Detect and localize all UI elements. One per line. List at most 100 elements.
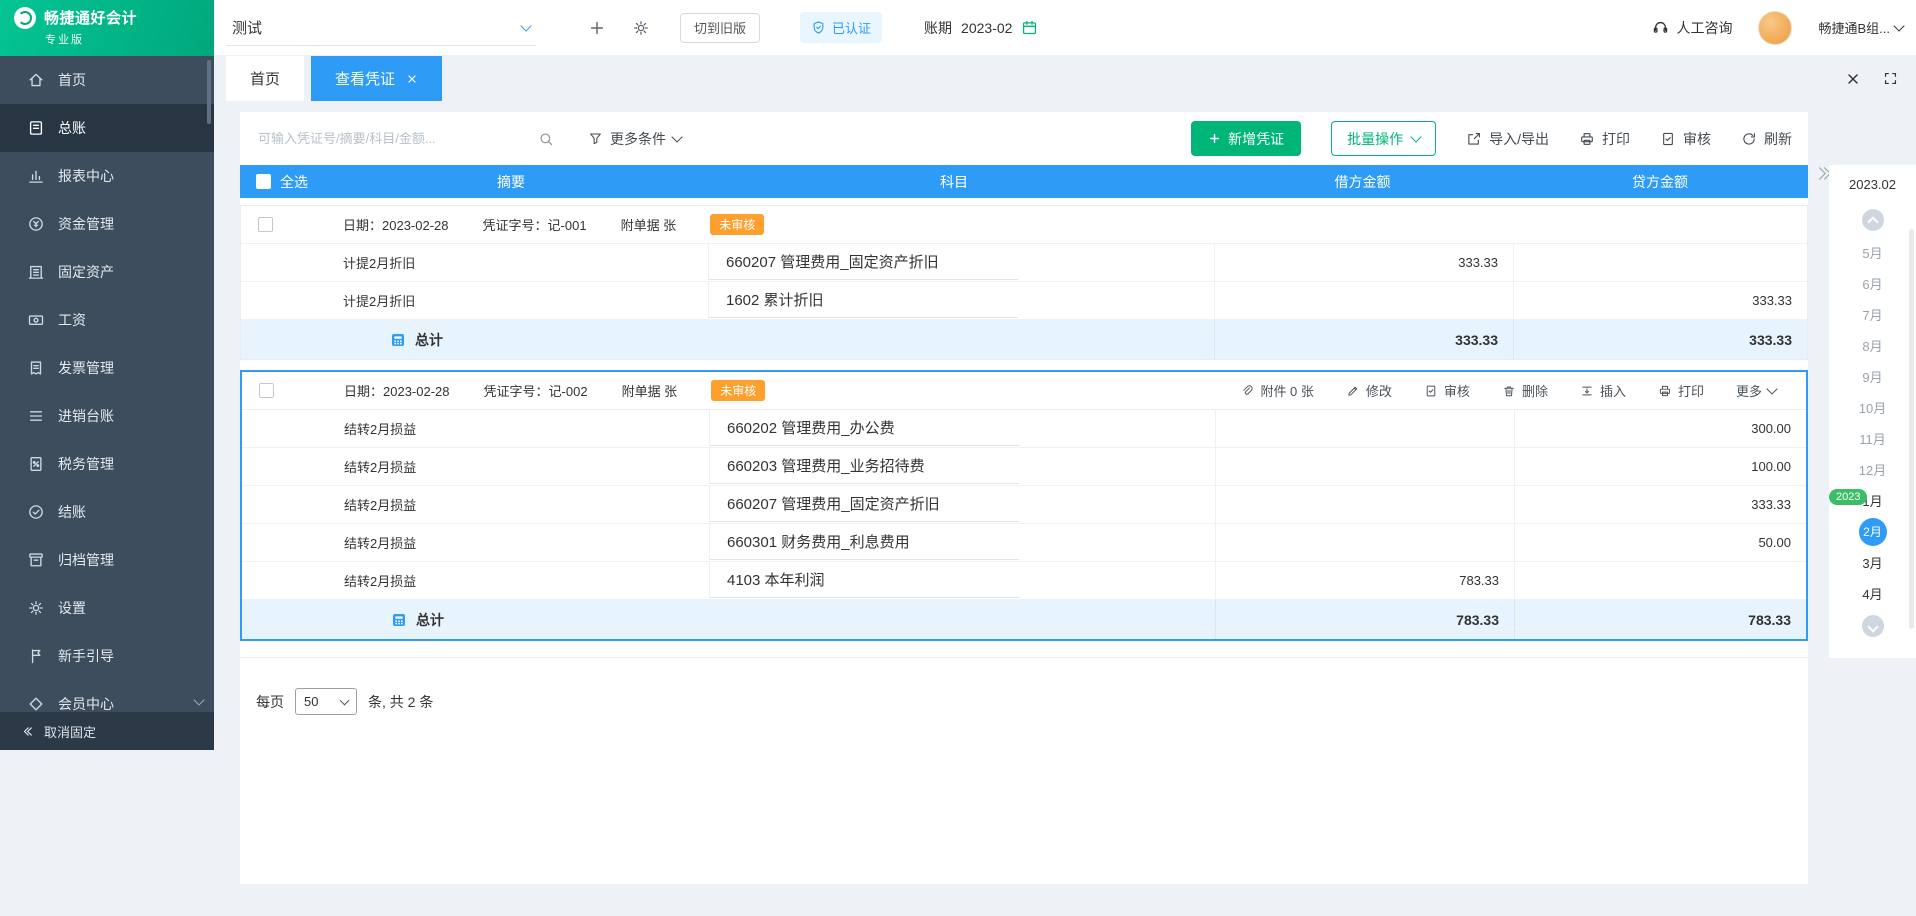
sidebar-item-invoices[interactable]: 发票管理 [0,344,214,392]
timeline-month[interactable]: 7月 [1829,299,1916,330]
chevron-down-icon [520,19,532,32]
brand-edition: 专业版 [45,33,84,46]
voucher-checkbox[interactable] [258,217,273,232]
period-value[interactable]: 2023-02 [961,20,1012,36]
attachment-action[interactable]: 附件 0 张 [1240,381,1314,400]
switch-old-version-button[interactable]: 切到旧版 [680,12,761,43]
insert-action[interactable]: 插入 [1580,381,1626,400]
action-label: 附件 0 张 [1260,384,1314,399]
sidebar-item-settings[interactable]: 设置 [0,584,214,632]
sidebar-item-home[interactable]: 首页 [0,56,214,104]
timeline-month[interactable]: 5月 [1829,237,1916,268]
shield-icon [813,21,824,34]
avatar[interactable] [1758,10,1793,45]
more-filters-button[interactable]: 更多条件 [588,129,683,149]
voucher-line-row[interactable]: 结转2月损益 660203 管理费用_业务招待费 100.00 [242,448,1806,486]
import-export-label: 导入/导出 [1489,130,1549,147]
voucher-date-label: 日期： [344,384,384,399]
sidebar-item-reports[interactable]: 报表中心 [0,152,214,200]
more-action[interactable]: 更多 [1736,381,1778,400]
voucher-line-row[interactable]: 计提2月折旧 1602 累计折旧 333.33 [241,282,1807,320]
chevron-down-icon [671,131,683,143]
per-page-select[interactable]: 50 [295,688,357,715]
cell-account: 660203 管理费用_业务招待费 [709,448,1019,484]
sidebar-item-fixed-assets[interactable]: 固定资产 [0,248,214,296]
sidebar-item-label: 总账 [58,120,86,136]
audit-action[interactable]: 审核 [1424,381,1470,400]
account-set-selector[interactable]: 测试 [226,10,536,46]
timeline-scroll-down-button[interactable] [1861,615,1884,637]
timeline-month[interactable]: 8月 [1829,330,1916,361]
voucher-line-row[interactable]: 结转2月损益 660202 管理费用_办公费 300.00 [242,410,1806,448]
timeline-month[interactable]: 9月 [1829,361,1916,392]
cell-debit [1214,282,1513,319]
action-label: 插入 [1599,384,1626,399]
trash-icon [1504,385,1514,396]
sidebar-item-general-ledger[interactable]: 总账 [0,104,214,152]
voucher-actions: 附件 0 张 修改 审核 删除 插入 打印 更多 [1240,381,1806,400]
sidebar-item-closing[interactable]: 结账 [0,488,214,536]
panel-collapse-button[interactable] [1813,167,1831,180]
sidebar-item-archive[interactable]: 归档管理 [0,536,214,584]
audit-button[interactable]: 审核 [1660,129,1711,149]
voucher-line-row[interactable]: 结转2月损益 660207 管理费用_固定资产折旧 333.33 [242,486,1806,524]
timeline-month[interactable]: 10月 [1829,392,1916,423]
close-icon[interactable] [1845,71,1861,87]
add-account-set-button[interactable] [588,19,606,37]
select-all-label: 全选 [280,173,308,190]
timeline-scrollbar[interactable] [1909,229,1914,629]
batch-actions-button[interactable]: 批量操作 [1331,121,1437,156]
account-set-value: 测试 [232,19,263,37]
voucher-line-row[interactable]: 计提2月折旧 660207 管理费用_固定资产折旧 333.33 [241,244,1807,282]
sidebar-item-guide[interactable]: 新手引导 [0,632,214,680]
timeline-month-active[interactable]: 2月 [1829,516,1916,547]
voucher-date: 2023-02-28 [383,384,450,399]
banknote-icon [27,311,45,329]
voucher-header-row[interactable]: 日期：2023-02-28 凭证字号：记-001 附单据 张 未审核 [241,206,1807,244]
import-export-icon [1468,132,1481,145]
voucher-line-row[interactable]: 结转2月损益 4103 本年利润 783.33 [242,562,1806,600]
voucher-header-row[interactable]: 日期：2023-02-28 凭证字号：记-002 附单据 张 未审核 附件 0 … [242,372,1806,410]
gear-icon [27,599,45,617]
voucher-checkbox[interactable] [259,383,274,398]
delete-action[interactable]: 删除 [1502,381,1548,400]
timeline-month[interactable]: 11月 [1829,423,1916,454]
sidebar-item-tax[interactable]: 税务管理 [0,440,214,488]
print-button[interactable]: 打印 [1579,129,1630,149]
timeline-scroll-up-button[interactable] [1861,209,1884,231]
printer-icon [1581,132,1593,145]
support-link[interactable]: 人工咨询 [1652,18,1732,38]
chevron-down-icon [1410,131,1422,143]
timeline-month[interactable]: 12月 [1829,454,1916,485]
import-export-button[interactable]: 导入/导出 [1466,129,1549,149]
tab-close-icon[interactable] [406,73,418,85]
cell-summary: 结转2月损益 [344,498,417,513]
select-all-checkbox[interactable] [256,174,271,189]
edit-action[interactable]: 修改 [1346,381,1392,400]
fullscreen-icon[interactable] [1883,71,1898,86]
sidebar-item-funds[interactable]: 资金管理 [0,200,214,248]
timeline-month[interactable]: 4月 [1829,578,1916,609]
search-icon[interactable] [538,131,554,147]
search-input[interactable] [256,130,538,147]
timeline-year-badge: 2023 [1829,489,1868,505]
batch-actions-label: 批量操作 [1347,130,1404,147]
calendar-icon[interactable] [1021,19,1038,36]
user-menu[interactable]: 畅捷通B组... [1818,18,1905,37]
tab-home[interactable]: 首页 [226,56,305,101]
refresh-button[interactable]: 刷新 [1741,129,1792,149]
print-action[interactable]: 打印 [1658,381,1704,400]
timeline-month[interactable]: 3月 [1829,547,1916,578]
voucher-line-row[interactable]: 结转2月损益 660301 财务费用_利息费用 50.00 [242,524,1806,562]
add-voucher-button[interactable]: 新增凭证 [1191,121,1302,156]
tab-view-voucher[interactable]: 查看凭证 [311,56,443,101]
settings-gear-icon[interactable] [632,19,650,37]
certified-badge[interactable]: 已认证 [800,12,883,43]
cell-account: 660207 管理费用_固定资产折旧 [708,244,1018,280]
timeline-month[interactable]: 6月 [1829,268,1916,299]
column-header-credit: 贷方金额 [1632,173,1688,190]
sidebar-item-purchase-sales[interactable]: 进销台账 [0,392,214,440]
sidebar-item-payroll[interactable]: 工资 [0,296,214,344]
sidebar-scrollbar[interactable] [207,60,211,124]
unpin-sidebar-button[interactable]: 取消固定 [0,712,214,750]
